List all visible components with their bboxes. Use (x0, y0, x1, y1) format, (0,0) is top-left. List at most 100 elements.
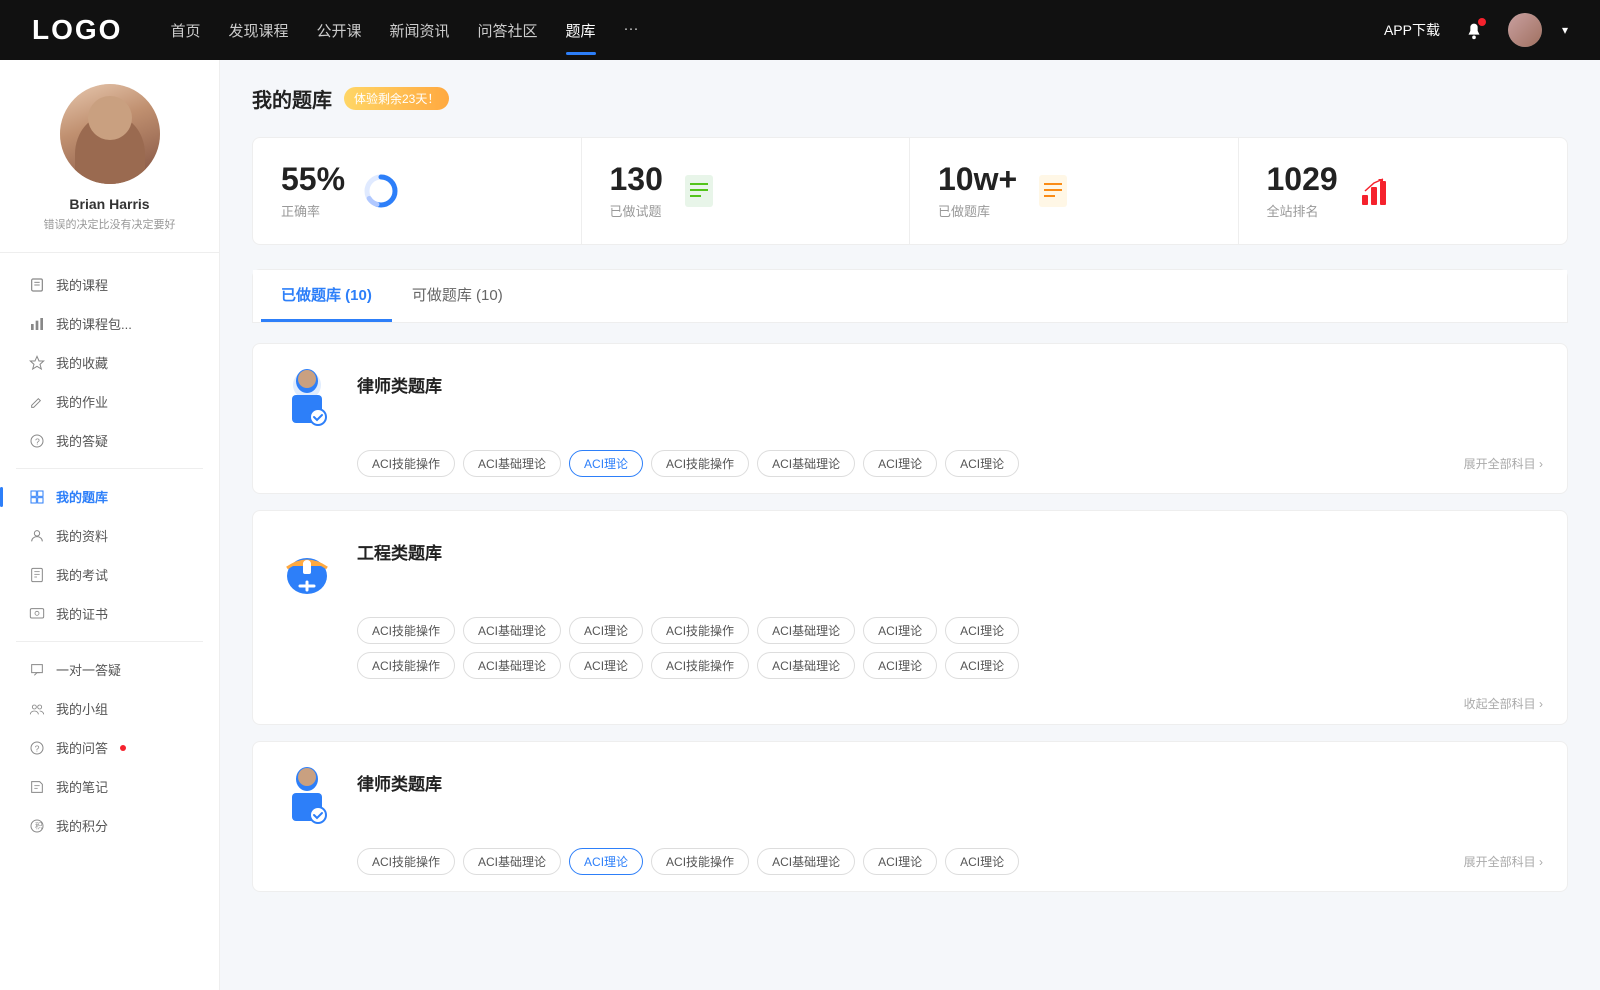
done-questions-value: 130 (610, 162, 663, 197)
sidebar-item-favorites[interactable]: 我的收藏 (0, 343, 219, 382)
course-package-label: 我的课程包... (56, 314, 132, 333)
sidebar-item-tutoring[interactable]: 一对一答疑 (0, 650, 219, 689)
tag-eng-1-1[interactable]: ACI技能操作 (357, 617, 455, 644)
my-profile-label: 我的资料 (56, 526, 108, 545)
tutoring-label: 一对一答疑 (56, 660, 121, 679)
tag-eng-2-6[interactable]: ACI理论 (863, 652, 937, 679)
accuracy-icon (361, 171, 401, 211)
lawyer2-expand-btn[interactable]: 展开全部科目 › (1464, 853, 1543, 870)
group-icon (28, 700, 46, 718)
lawyer-card-1-tags: ACI技能操作 ACI基础理论 ACI理论 ACI技能操作 ACI基础理论 AC… (253, 450, 1567, 493)
nav-links: 首页 发现课程 公开课 新闻资讯 问答社区 题库 ··· (170, 16, 1384, 45)
app-download-button[interactable]: APP下载 (1384, 20, 1440, 40)
notification-dot (1478, 18, 1486, 26)
nav-discover[interactable]: 发现课程 (228, 16, 288, 45)
sidebar-item-profile[interactable]: 我的资料 (0, 516, 219, 555)
user-avatar[interactable] (1508, 13, 1542, 47)
avatar-chevron[interactable]: ▾ (1562, 23, 1568, 37)
lawyer-card-2-tags: ACI技能操作 ACI基础理论 ACI理论 ACI技能操作 ACI基础理论 AC… (253, 848, 1567, 891)
tag-lawyer1-4[interactable]: ACI技能操作 (651, 450, 749, 477)
sidebar-item-course-package[interactable]: 我的课程包... (0, 304, 219, 343)
svg-text:?: ? (35, 743, 40, 753)
notes-label: 我的笔记 (56, 777, 108, 796)
qa-unread-dot (120, 745, 126, 751)
stats-row: 55% 正确率 130 已做试题 (252, 137, 1568, 245)
navbar: LOGO 首页 发现课程 公开课 新闻资讯 问答社区 题库 ··· APP下载 … (0, 0, 1600, 60)
svg-text:?: ? (35, 436, 40, 446)
engineer-bank-card: 工程类题库 ACI技能操作 ACI基础理论 ACI理论 ACI技能操作 ACI基… (252, 510, 1568, 725)
sidebar-item-points[interactable]: 积 我的积分 (0, 806, 219, 845)
tag-eng-2-7[interactable]: ACI理论 (945, 652, 1019, 679)
engineer-card-tags: ACI技能操作 ACI基础理论 ACI理论 ACI技能操作 ACI基础理论 AC… (253, 617, 1567, 695)
tab-available-banks[interactable]: 可做题库 (10) (392, 270, 523, 322)
sidebar-item-certificate[interactable]: 我的证书 (0, 594, 219, 633)
tag-lawyer2-1[interactable]: ACI技能操作 (357, 848, 455, 875)
exam-label: 我的考试 (56, 565, 108, 584)
tag-lawyer2-6[interactable]: ACI理论 (863, 848, 937, 875)
tag-eng-1-3[interactable]: ACI理论 (569, 617, 643, 644)
engineer-collapse-btn[interactable]: 收起全部科目 › (253, 695, 1567, 724)
tag-lawyer1-5[interactable]: ACI基础理论 (757, 450, 855, 477)
tag-eng-1-5[interactable]: ACI基础理论 (757, 617, 855, 644)
sidebar-item-notes[interactable]: 我的笔记 (0, 767, 219, 806)
qa-label: 我的问答 (56, 738, 108, 757)
done-banks-value: 10w+ (938, 162, 1017, 197)
tag-eng-1-2[interactable]: ACI基础理论 (463, 617, 561, 644)
tag-eng-2-3[interactable]: ACI理论 (569, 652, 643, 679)
sidebar-item-group[interactable]: 我的小组 (0, 689, 219, 728)
homework-label: 我的作业 (56, 392, 108, 411)
tag-lawyer2-2[interactable]: ACI基础理论 (463, 848, 561, 875)
tag-lawyer2-7[interactable]: ACI理论 (945, 848, 1019, 875)
sidebar-item-homework[interactable]: 我的作业 (0, 382, 219, 421)
tag-lawyer1-6[interactable]: ACI理论 (863, 450, 937, 477)
cert-icon (28, 605, 46, 623)
tag-eng-2-5[interactable]: ACI基础理论 (757, 652, 855, 679)
tag-eng-1-4[interactable]: ACI技能操作 (651, 617, 749, 644)
nav-news[interactable]: 新闻资讯 (390, 16, 450, 45)
sidebar-item-my-qa[interactable]: ? 我的问答 (0, 728, 219, 767)
tag-lawyer2-5[interactable]: ACI基础理论 (757, 848, 855, 875)
tag-lawyer2-3[interactable]: ACI理论 (569, 848, 643, 875)
nav-opencourse[interactable]: 公开课 (316, 16, 361, 45)
tag-eng-2-2[interactable]: ACI基础理论 (463, 652, 561, 679)
rank-value: 1029 (1267, 162, 1338, 197)
sidebar-item-exam[interactable]: 我的考试 (0, 555, 219, 594)
nav-qa[interactable]: 问答社区 (478, 16, 538, 45)
user-profile: Brian Harris 错误的决定比没有决定要好 (0, 84, 219, 253)
tag-lawyer1-1[interactable]: ACI技能操作 (357, 450, 455, 477)
doc-icon (28, 566, 46, 584)
done-banks-label: 已做题库 (938, 201, 1017, 220)
page-layout: Brian Harris 错误的决定比没有决定要好 我的课程 我的课程包... (0, 60, 1600, 990)
accuracy-label: 正确率 (281, 201, 345, 220)
nav-questionbank[interactable]: 题库 (566, 16, 596, 45)
trial-badge: 体验剩余23天！ (344, 87, 449, 110)
qa-icon: ? (28, 739, 46, 757)
tag-eng-2-4[interactable]: ACI技能操作 (651, 652, 749, 679)
nav-more[interactable]: ··· (624, 16, 639, 45)
tab-done-banks[interactable]: 已做题库 (10) (261, 270, 392, 322)
sidebar-item-questionbank[interactable]: 我的题库 (0, 477, 219, 516)
edit-icon (28, 393, 46, 411)
points-label: 我的积分 (56, 816, 108, 835)
tag-lawyer1-7[interactable]: ACI理论 (945, 450, 1019, 477)
tag-eng-1-6[interactable]: ACI理论 (863, 617, 937, 644)
tag-lawyer1-2[interactable]: ACI基础理论 (463, 450, 561, 477)
sidebar-item-questions[interactable]: ? 我的答疑 (0, 421, 219, 460)
tag-eng-2-1[interactable]: ACI技能操作 (357, 652, 455, 679)
lawyer-bank-card-2: 律师类题库 ACI技能操作 ACI基础理论 ACI理论 ACI技能操作 ACI基… (252, 741, 1568, 892)
nav-home[interactable]: 首页 (170, 16, 200, 45)
tag-eng-1-7[interactable]: ACI理论 (945, 617, 1019, 644)
engineer-tags-row1: ACI技能操作 ACI基础理论 ACI理论 ACI技能操作 ACI基础理论 AC… (357, 617, 1543, 644)
done-banks-icon (1033, 171, 1073, 211)
sidebar-item-my-courses[interactable]: 我的课程 (0, 265, 219, 304)
sidebar-menu: 我的课程 我的课程包... 我的收藏 我的作业 (0, 265, 219, 845)
tag-lawyer2-4[interactable]: ACI技能操作 (651, 848, 749, 875)
lawyer1-expand-btn[interactable]: 展开全部科目 › (1464, 455, 1543, 472)
notification-bell[interactable] (1460, 16, 1488, 44)
tag-lawyer1-3[interactable]: ACI理论 (569, 450, 643, 477)
star-icon (28, 354, 46, 372)
engineer-icon (277, 531, 337, 601)
group-label: 我的小组 (56, 699, 108, 718)
rank-icon (1354, 171, 1394, 211)
user-icon (28, 527, 46, 545)
